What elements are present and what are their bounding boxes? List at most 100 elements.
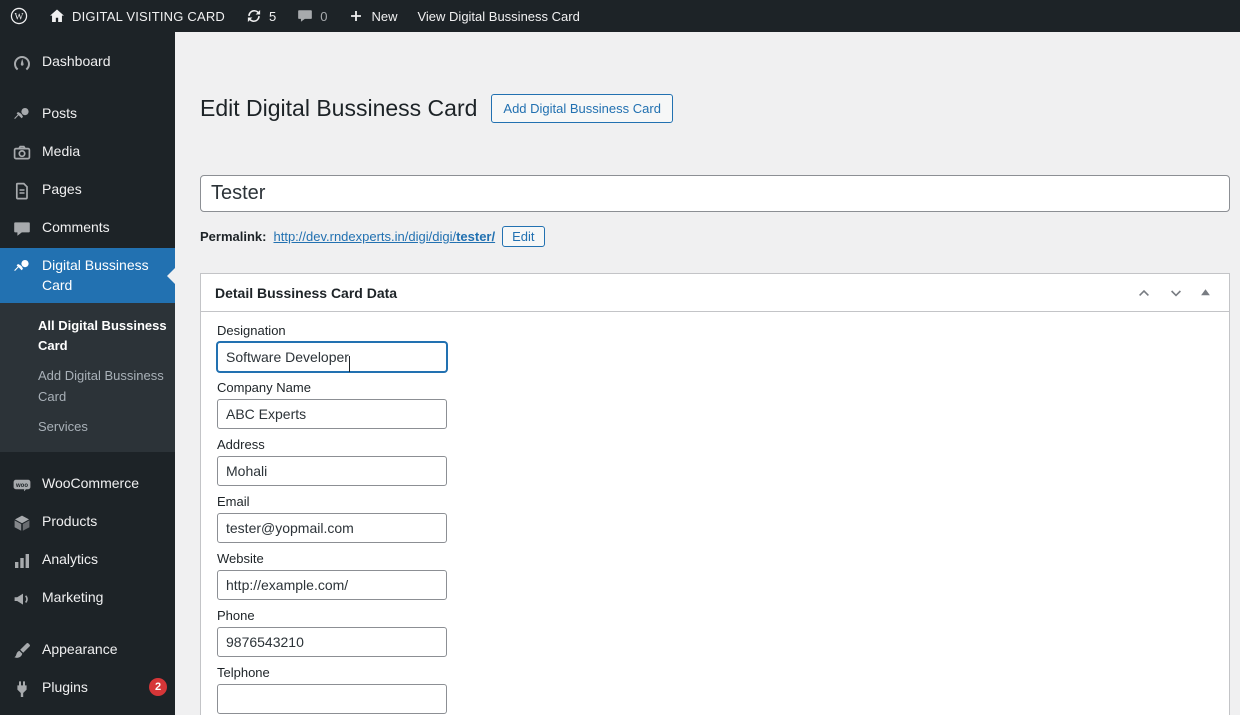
admin-sidebar: Dashboard Posts Media Pages Comments Dig… (0, 32, 175, 715)
camera-icon (12, 143, 32, 163)
field-label-address: Address (217, 437, 265, 452)
move-down-icon[interactable] (1162, 283, 1190, 303)
submenu-item-add-digital-bussiness-card[interactable]: Add Digital Bussiness Card (0, 361, 175, 411)
svg-text:W: W (15, 12, 24, 22)
paintbrush-icon (12, 641, 32, 661)
add-new-button[interactable]: Add Digital Bussiness Card (491, 94, 673, 123)
wp-logo-menu[interactable]: W (0, 0, 38, 32)
dashboard-icon (12, 53, 32, 73)
telphone-input[interactable] (217, 684, 447, 714)
move-up-icon[interactable] (1130, 283, 1158, 303)
updates-count: 5 (269, 8, 277, 24)
new-label: New (371, 8, 398, 24)
menu-separator (0, 618, 175, 632)
update-icon (245, 7, 263, 25)
sidebar-item-comments[interactable]: Comments (0, 210, 175, 248)
metabox-title: Detail Bussiness Card Data (215, 284, 398, 301)
comment-bubble-icon (296, 7, 314, 25)
field-label-website: Website (217, 551, 264, 566)
sidebar-item-products[interactable]: Products (0, 504, 175, 542)
sidebar-item-pages[interactable]: Pages (0, 172, 175, 210)
pin-icon (12, 257, 32, 277)
field-label-email: Email (217, 494, 250, 509)
permalink-link[interactable]: http://dev.rndexperts.in/digi/digi/teste… (273, 229, 495, 244)
menu-separator (0, 82, 175, 96)
plugins-update-badge: 2 (149, 677, 167, 696)
field-label-phone: Phone (217, 608, 255, 623)
plug-icon (12, 679, 32, 699)
metabox-handle-actions (1130, 283, 1217, 303)
submenu-item-label: Services (38, 418, 88, 434)
sidebar-item-label: Dashboard (42, 53, 111, 69)
sidebar-item-label: Analytics (42, 550, 99, 567)
bar-chart-icon (12, 551, 32, 571)
phone-input[interactable] (217, 627, 447, 657)
sidebar-item-label: Plugins (42, 678, 88, 695)
sidebar-item-label: Comments (42, 219, 110, 235)
sidebar-item-partial[interactable] (0, 708, 175, 715)
comments-link[interactable]: 0 (286, 0, 337, 32)
submenu-item-label: Add Digital Bussiness Card (38, 368, 164, 404)
text-cursor (349, 356, 350, 372)
sidebar-item-label: Digital Bussiness Card (42, 257, 149, 293)
detail-card-metabox: Detail Bussiness Card Data Designation C… (200, 273, 1230, 715)
main-content: Edit Digital Bussiness Card Add Digital … (175, 32, 1240, 715)
sidebar-item-label: Appearance (42, 640, 118, 657)
sidebar-item-plugins[interactable]: Plugins 2 (0, 670, 175, 708)
comments-icon (12, 219, 32, 239)
pushpin-icon (12, 105, 32, 125)
site-name-label: DIGITAL VISITING CARD (72, 8, 225, 24)
permalink-label: Permalink: (200, 229, 267, 244)
sidebar-item-label: Pages (42, 181, 82, 197)
sidebar-item-label: Media (42, 143, 81, 159)
metabox-header[interactable]: Detail Bussiness Card Data (201, 274, 1229, 312)
sidebar-item-label: WooCommerce (42, 474, 139, 491)
submenu-item-services[interactable]: Services (0, 412, 175, 442)
field-label-company-name: Company Name (217, 380, 311, 395)
svg-text:woo: woo (15, 483, 28, 489)
view-post-label: View Digital Bussiness Card (417, 8, 580, 24)
sidebar-item-appearance[interactable]: Appearance (0, 632, 175, 670)
post-title-input[interactable] (200, 175, 1230, 212)
website-input[interactable] (217, 570, 447, 600)
active-menu-notch (167, 267, 175, 284)
menu-separator (0, 452, 175, 466)
field-label-designation: Designation (217, 323, 286, 338)
edit-permalink-button[interactable]: Edit (502, 226, 545, 247)
metabox-body: Designation Company Name Address Email W… (201, 312, 1229, 715)
sidebar-item-woocommerce[interactable]: woo WooCommerce (0, 466, 175, 504)
sidebar-item-posts[interactable]: Posts (0, 96, 175, 134)
sidebar-item-marketing[interactable]: Marketing (0, 580, 175, 618)
sidebar-item-digital-bussiness-card[interactable]: Digital Bussiness Card (0, 248, 175, 304)
sidebar-item-dashboard[interactable]: Dashboard (0, 44, 175, 82)
permalink-base: http://dev.rndexperts.in/digi/digi/ (273, 229, 457, 244)
designation-input[interactable] (217, 342, 447, 372)
site-name-link[interactable]: DIGITAL VISITING CARD (38, 0, 235, 32)
submenu-item-label: All Digital Bussiness Card (38, 318, 167, 354)
view-post-link[interactable]: View Digital Bussiness Card (407, 0, 589, 32)
sidebar-item-label: Marketing (42, 588, 104, 605)
wordpress-logo-icon: W (10, 7, 28, 25)
sidebar-item-label: Products (42, 512, 98, 529)
home-icon (48, 7, 66, 25)
collapse-toggle-icon[interactable] (1194, 285, 1217, 300)
woocommerce-icon: woo (12, 475, 32, 495)
submenu-item-all-digital-bussiness-card[interactable]: All Digital Bussiness Card (0, 311, 175, 361)
new-content-link[interactable]: New (337, 0, 407, 32)
comments-count: 0 (320, 8, 328, 24)
megaphone-icon (12, 589, 32, 609)
email-input[interactable] (217, 513, 447, 543)
sidebar-item-label: Posts (42, 105, 78, 121)
admin-bar: W DIGITAL VISITING CARD 5 0 New View Dig… (0, 0, 1240, 32)
sidebar-item-analytics[interactable]: Analytics (0, 542, 175, 580)
permalink: Permalink: http://dev.rndexperts.in/digi… (200, 226, 1230, 247)
field-wrap (217, 342, 447, 372)
company-name-input[interactable] (217, 399, 447, 429)
page-header: Edit Digital Bussiness Card Add Digital … (200, 32, 1230, 123)
page-title: Edit Digital Bussiness Card (200, 95, 478, 121)
address-input[interactable] (217, 456, 447, 486)
permalink-slug: tester/ (456, 229, 496, 244)
field-label-telphone: Telphone (217, 665, 270, 680)
sidebar-item-media[interactable]: Media (0, 134, 175, 172)
updates-link[interactable]: 5 (235, 0, 286, 32)
